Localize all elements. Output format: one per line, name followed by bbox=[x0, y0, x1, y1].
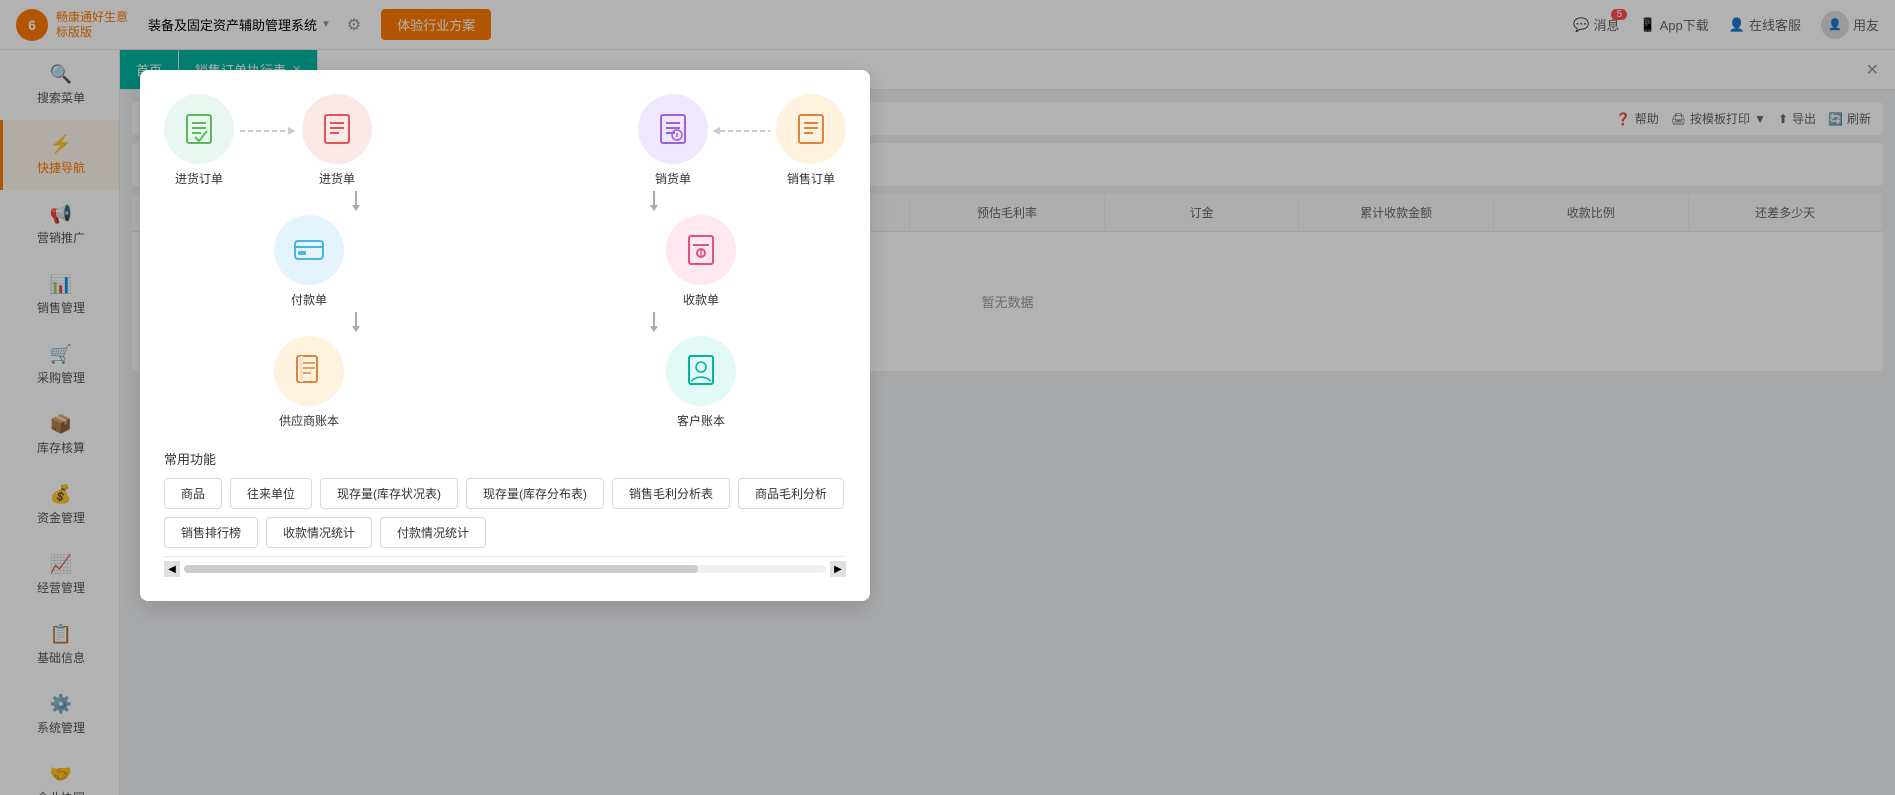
flow-top-row: 进货订单 进货单 销货单 bbox=[164, 94, 846, 187]
popup-scrollbar[interactable]: ◀ ▶ bbox=[164, 556, 846, 577]
flow-node-payment[interactable]: 付款单 bbox=[274, 215, 344, 308]
arrow-sales-order-to-receipt bbox=[708, 124, 776, 158]
flow-node-sales-order[interactable]: 销售订单 bbox=[776, 94, 846, 187]
flow-node-purchase-receipt[interactable]: 进货单 bbox=[302, 94, 372, 187]
func-btn-stock-status[interactable]: 现存量(库存状况表) bbox=[320, 478, 458, 509]
arrow-purchase-order-to-receipt bbox=[234, 124, 302, 158]
flow-middle-arrows bbox=[164, 187, 846, 215]
func-btn-receipt-stats[interactable]: 收款情况统计 bbox=[266, 517, 372, 548]
func-btn-sales-ranking[interactable]: 销售排行榜 bbox=[164, 517, 258, 548]
func-btn-sales-margin[interactable]: 销售毛利分析表 bbox=[612, 478, 730, 509]
flow-node-customer-ledger[interactable]: 客户账本 bbox=[666, 336, 736, 429]
functions-row-1: 商品 往来单位 现存量(库存状况表) 现存量(库存分布表) 销售毛利分析表 商品… bbox=[164, 478, 846, 509]
functions-section: 常用功能 商品 往来单位 现存量(库存状况表) 现存量(库存分布表) 销售毛利分… bbox=[164, 449, 846, 548]
scroll-thumb bbox=[184, 565, 698, 573]
quick-nav-popup: 进货订单 进货单 销货单 bbox=[140, 70, 870, 601]
flow-node-sales-receipt[interactable]: 销货单 bbox=[638, 94, 708, 187]
flow-node-purchase-order[interactable]: 进货订单 bbox=[164, 94, 234, 187]
func-btn-product-margin[interactable]: 商品毛利分析 bbox=[738, 478, 844, 509]
func-btn-product[interactable]: 商品 bbox=[164, 478, 222, 509]
functions-row-2: 销售排行榜 收款情况统计 付款情况统计 bbox=[164, 517, 846, 548]
scroll-left-button[interactable]: ◀ bbox=[164, 561, 180, 577]
flow-second-row: 付款单 收款单 bbox=[164, 215, 846, 308]
flow-third-row: 供应商账本 客户账本 bbox=[164, 336, 846, 429]
scroll-track bbox=[184, 565, 826, 573]
flow-diagram: 进货订单 进货单 销货单 bbox=[164, 94, 846, 429]
functions-title: 常用功能 bbox=[164, 449, 846, 468]
func-btn-partners[interactable]: 往来单位 bbox=[230, 478, 312, 509]
func-btn-stock-distribution[interactable]: 现存量(库存分布表) bbox=[466, 478, 604, 509]
flow-lower-arrows bbox=[164, 308, 846, 336]
scroll-right-button[interactable]: ▶ bbox=[830, 561, 846, 577]
func-btn-payment-stats[interactable]: 付款情况统计 bbox=[380, 517, 486, 548]
flow-node-receipt[interactable]: 收款单 bbox=[666, 215, 736, 308]
flow-node-supplier-ledger[interactable]: 供应商账本 bbox=[274, 336, 344, 429]
